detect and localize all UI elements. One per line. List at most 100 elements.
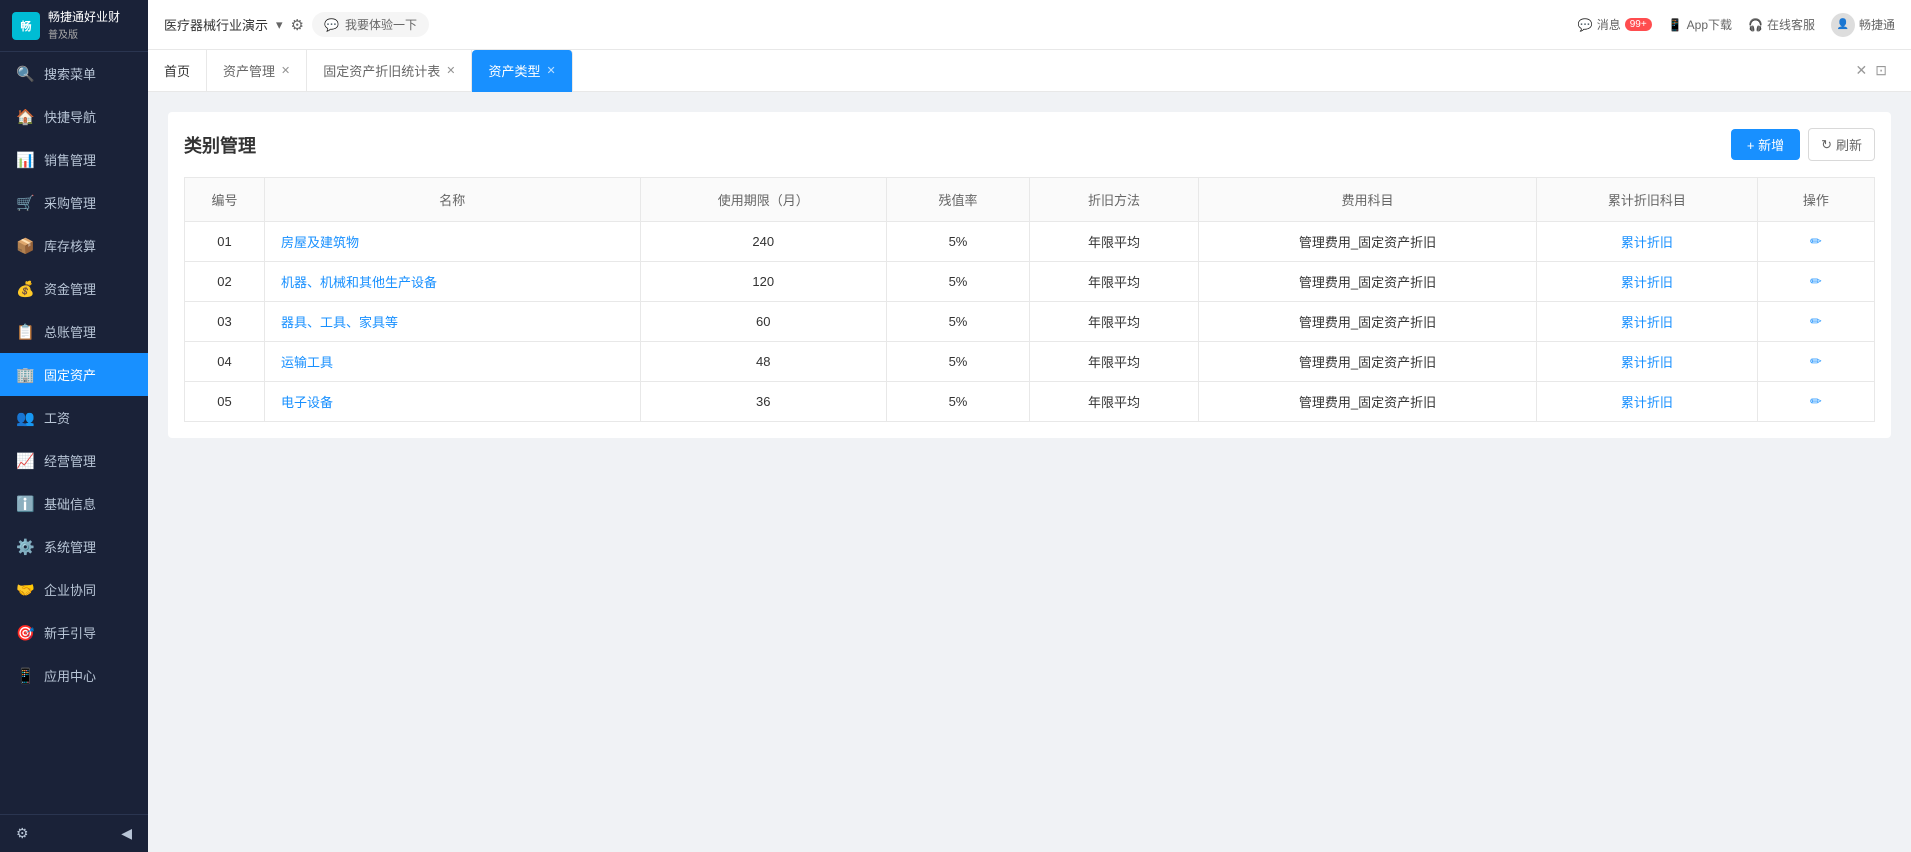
messages-action[interactable]: 💬 消息 99+ bbox=[1578, 16, 1652, 33]
tab-asset-mgmt-label: 资产管理 bbox=[223, 61, 275, 80]
sidebar-item-system[interactable]: ⚙️系统管理 bbox=[0, 525, 148, 568]
table-header-row: 编号 名称 使用期限（月） 残值率 折旧方法 费用科目 累计折旧科目 操作 bbox=[185, 178, 1875, 222]
sidebar-label-system: 系统管理 bbox=[44, 537, 96, 556]
sidebar-footer: ⚙ ◀ bbox=[0, 814, 148, 852]
sidebar-label-fixed-assets: 固定资产 bbox=[44, 365, 96, 384]
sidebar-item-basic-info[interactable]: ℹ️基础信息 bbox=[0, 482, 148, 525]
app-download-action[interactable]: 📱 App下载 bbox=[1668, 16, 1732, 33]
customer-service-icon: 🎧 bbox=[1748, 18, 1763, 32]
tab-asset-type[interactable]: 资产类型 ✕ bbox=[472, 50, 572, 92]
edit-icon[interactable]: ✏ bbox=[1810, 273, 1822, 289]
cell-expense: 管理费用_固定资产折旧 bbox=[1198, 382, 1536, 422]
window-maximize-icon[interactable]: ⊡ bbox=[1875, 62, 1887, 79]
page-title: 类别管理 bbox=[184, 132, 256, 158]
sidebar-label-capital: 资金管理 bbox=[44, 279, 96, 298]
cell-action[interactable]: ✏ bbox=[1757, 222, 1874, 262]
cell-name[interactable]: 运输工具 bbox=[265, 342, 641, 382]
sidebar-item-inventory[interactable]: 📦库存核算 bbox=[0, 224, 148, 267]
sidebar-item-enterprise[interactable]: 🤝企业协同 bbox=[0, 568, 148, 611]
page-card: 类别管理 + 新增 ↻ 刷新 编号 名称 使用期限（月） 残值率 bbox=[168, 112, 1891, 438]
sidebar-item-payroll[interactable]: 👥工资 bbox=[0, 396, 148, 439]
cell-name[interactable]: 机器、机械和其他生产设备 bbox=[265, 262, 641, 302]
col-method: 折旧方法 bbox=[1030, 178, 1199, 222]
sidebar-item-sales[interactable]: 📊销售管理 bbox=[0, 138, 148, 181]
cell-method: 年限平均 bbox=[1030, 222, 1199, 262]
refresh-icon: ↻ bbox=[1821, 137, 1832, 153]
collapse-icon[interactable]: ◀ bbox=[121, 825, 132, 842]
cell-expense: 管理费用_固定资产折旧 bbox=[1198, 262, 1536, 302]
cell-period: 240 bbox=[640, 222, 886, 262]
refresh-button[interactable]: ↻ 刷新 bbox=[1808, 128, 1875, 161]
tabs-bar: 首页 资产管理 ✕ 固定资产折旧统计表 ✕ 资产类型 ✕ ✕ ⊡ bbox=[148, 50, 1911, 92]
cell-code: 03 bbox=[185, 302, 265, 342]
cell-period: 48 bbox=[640, 342, 886, 382]
guide-icon: 🎯 bbox=[16, 624, 34, 642]
tab-depreciation[interactable]: 固定资产折旧统计表 ✕ bbox=[307, 50, 472, 92]
tab-depreciation-close[interactable]: ✕ bbox=[446, 64, 455, 77]
payroll-icon: 👥 bbox=[16, 409, 34, 427]
tab-asset-mgmt-close[interactable]: ✕ bbox=[281, 64, 290, 77]
settings-icon[interactable]: ⚙ bbox=[16, 825, 29, 842]
tab-depreciation-label: 固定资产折旧统计表 bbox=[323, 61, 440, 80]
edit-icon[interactable]: ✏ bbox=[1810, 393, 1822, 409]
cell-code: 01 bbox=[185, 222, 265, 262]
edit-icon[interactable]: ✏ bbox=[1810, 313, 1822, 329]
operations-icon: 📈 bbox=[16, 452, 34, 470]
sidebar-item-ledger[interactable]: 📋总账管理 bbox=[0, 310, 148, 353]
capital-icon: 💰 bbox=[16, 280, 34, 298]
topbar: 医疗器械行业演示 ▾ ⚙ 💬 我要体验一下 💬 消息 99+ 📱 App下载 🎧… bbox=[148, 0, 1911, 50]
sidebar-item-fixed-assets[interactable]: 🏢固定资产 bbox=[0, 353, 148, 396]
cell-name[interactable]: 电子设备 bbox=[265, 382, 641, 422]
cell-action[interactable]: ✏ bbox=[1757, 302, 1874, 342]
cell-residual: 5% bbox=[886, 222, 1029, 262]
tab-asset-mgmt[interactable]: 资产管理 ✕ bbox=[207, 50, 307, 92]
experience-button[interactable]: 💬 我要体验一下 bbox=[312, 12, 429, 37]
edit-icon[interactable]: ✏ bbox=[1810, 233, 1822, 249]
tab-asset-type-label: 资产类型 bbox=[488, 61, 540, 80]
cell-name[interactable]: 房屋及建筑物 bbox=[265, 222, 641, 262]
sidebar-item-app-center[interactable]: 📱应用中心 bbox=[0, 654, 148, 697]
user-action[interactable]: 👤 畅捷通 bbox=[1831, 13, 1895, 37]
cell-action[interactable]: ✏ bbox=[1757, 342, 1874, 382]
col-expense: 费用科目 bbox=[1198, 178, 1536, 222]
window-minimize-icon[interactable]: ✕ bbox=[1856, 62, 1868, 79]
experience-label: 我要体验一下 bbox=[345, 16, 417, 33]
customer-service-action[interactable]: 🎧 在线客服 bbox=[1748, 16, 1815, 33]
new-button[interactable]: + 新增 bbox=[1731, 129, 1800, 160]
sidebar-label-enterprise: 企业协同 bbox=[44, 580, 96, 599]
sales-icon: 📊 bbox=[16, 151, 34, 169]
cell-action[interactable]: ✏ bbox=[1757, 262, 1874, 302]
sidebar-item-capital[interactable]: 💰 资金管理 bbox=[0, 267, 148, 310]
sidebar: 畅 畅捷通好业财 普及版 🔍搜索菜单🏠快捷导航📊销售管理🛒采购管理📦库存核算💰资… bbox=[0, 0, 148, 852]
page-header: 类别管理 + 新增 ↻ 刷新 bbox=[184, 128, 1875, 161]
sidebar-label-quicknav: 快捷导航 bbox=[44, 107, 96, 126]
module-title: 医疗器械行业演示 bbox=[164, 15, 268, 34]
tab-asset-type-close[interactable]: ✕ bbox=[547, 64, 556, 77]
app-edition: 普及版 bbox=[48, 26, 120, 41]
cell-accumulated: 累计折旧 bbox=[1537, 382, 1758, 422]
tab-home[interactable]: 首页 bbox=[164, 50, 207, 92]
cell-name[interactable]: 器具、工具、家具等 bbox=[265, 302, 641, 342]
sidebar-item-quicknav[interactable]: 🏠快捷导航 bbox=[0, 95, 148, 138]
col-action: 操作 bbox=[1757, 178, 1874, 222]
cell-method: 年限平均 bbox=[1030, 262, 1199, 302]
cell-action[interactable]: ✏ bbox=[1757, 382, 1874, 422]
cell-period: 120 bbox=[640, 262, 886, 302]
cell-method: 年限平均 bbox=[1030, 342, 1199, 382]
cell-accumulated: 累计折旧 bbox=[1537, 302, 1758, 342]
cell-period: 60 bbox=[640, 302, 886, 342]
col-accumulated: 累计折旧科目 bbox=[1537, 178, 1758, 222]
sidebar-label-ledger: 总账管理 bbox=[44, 322, 96, 341]
sidebar-label-basic-info: 基础信息 bbox=[44, 494, 96, 513]
sidebar-item-operations[interactable]: 📈经营管理 bbox=[0, 439, 148, 482]
sidebar-item-search[interactable]: 🔍搜索菜单 bbox=[0, 52, 148, 95]
table-row: 05 电子设备 36 5% 年限平均 管理费用_固定资产折旧 累计折旧 ✏ bbox=[185, 382, 1875, 422]
app-name: 畅捷通好业财 bbox=[48, 10, 120, 26]
module-settings-icon[interactable]: ⚙ bbox=[291, 16, 304, 34]
module-dropdown-icon[interactable]: ▾ bbox=[276, 17, 283, 33]
topbar-right: 💬 消息 99+ 📱 App下载 🎧 在线客服 👤 畅捷通 bbox=[1578, 13, 1895, 37]
edit-icon[interactable]: ✏ bbox=[1810, 353, 1822, 369]
sidebar-item-purchase[interactable]: 🛒采购管理 bbox=[0, 181, 148, 224]
sidebar-item-guide[interactable]: 🎯新手引导 bbox=[0, 611, 148, 654]
col-code: 编号 bbox=[185, 178, 265, 222]
